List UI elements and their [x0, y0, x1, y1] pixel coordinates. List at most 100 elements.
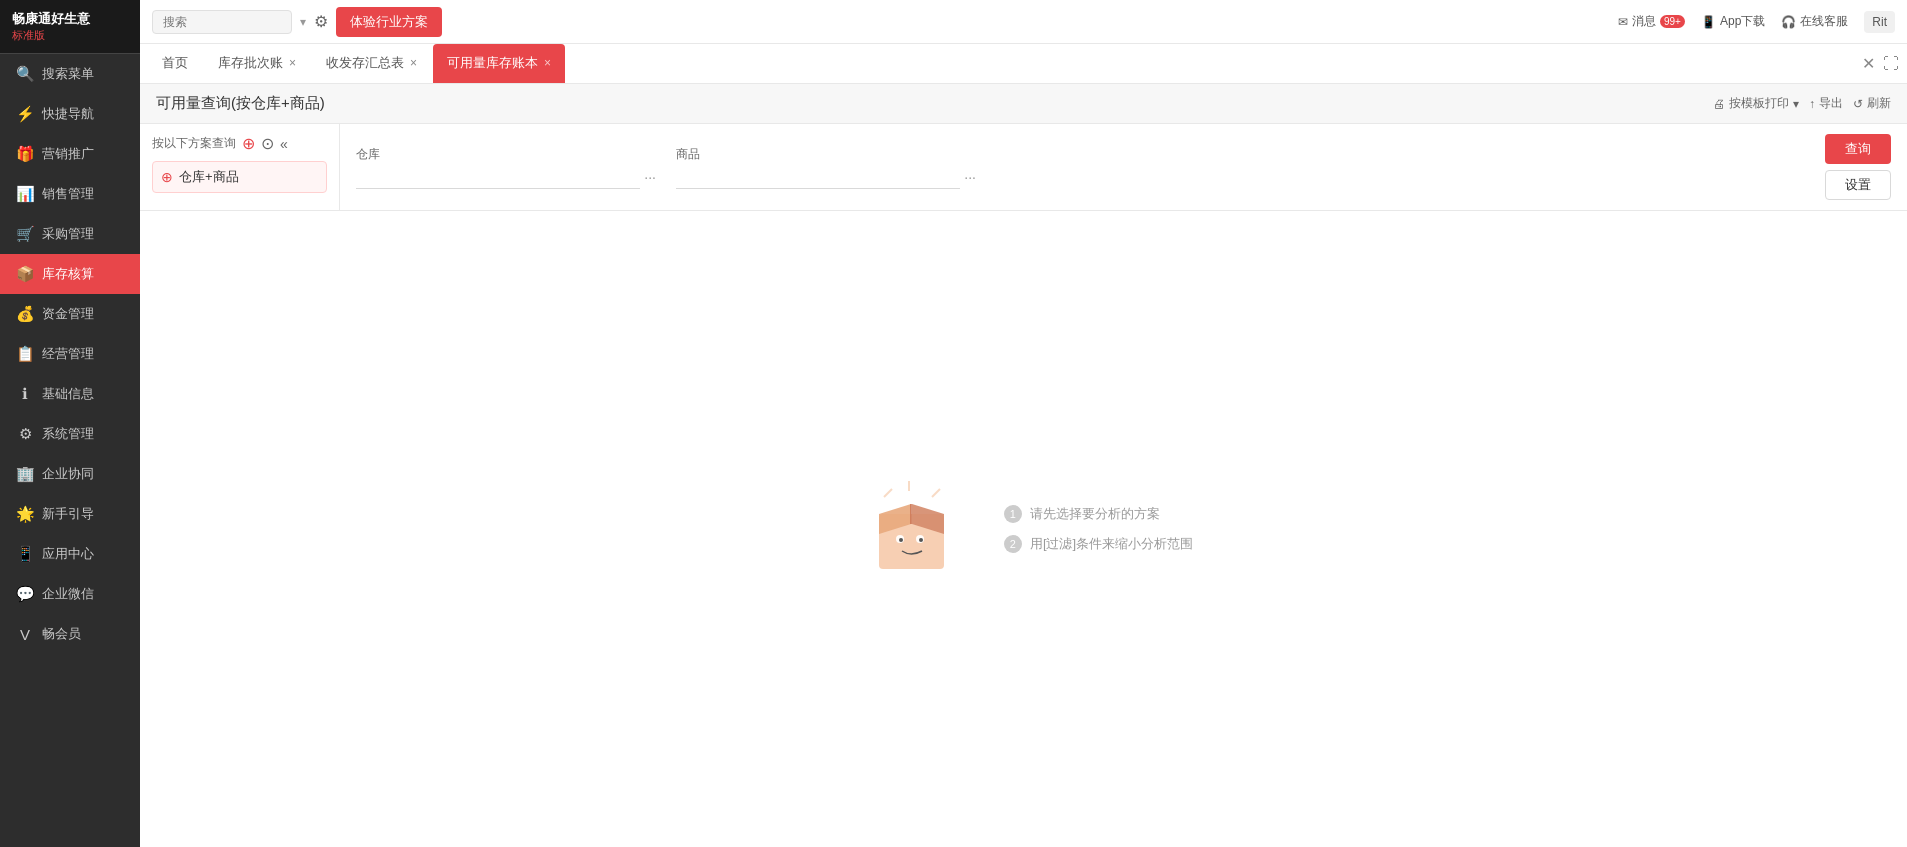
sidebar-item-finance[interactable]: 💰 资金管理	[0, 294, 140, 334]
print-label: 按模板打印	[1729, 95, 1789, 112]
tabs-bar: 首页 库存批次账 × 收发存汇总表 × 可用量库存账本 × ✕ ⛶	[140, 44, 1907, 84]
export-label: 导出	[1819, 95, 1843, 112]
sidebar-label-appstore: 应用中心	[42, 545, 94, 563]
sidebar-label-shortcut: 快捷导航	[42, 105, 94, 123]
goods-input[interactable]	[676, 165, 960, 189]
sidebar-item-inventory[interactable]: 📦 库存核算	[0, 254, 140, 294]
sidebar-item-basic[interactable]: ℹ 基础信息	[0, 374, 140, 414]
sidebar-icon-finance: 💰	[16, 305, 34, 323]
sidebar-icon-shortcut: ⚡	[16, 105, 34, 123]
tab-available-ledger-close[interactable]: ×	[544, 56, 551, 70]
filter-section-label: 按以下方案查询 ⊕ ⊙ «	[152, 134, 327, 153]
query-button[interactable]: 查询	[1825, 134, 1891, 164]
tab-home[interactable]: 首页	[148, 44, 202, 83]
sidebar-item-operation[interactable]: 📋 经营管理	[0, 334, 140, 374]
sidebar-item-sales[interactable]: 📊 销售管理	[0, 174, 140, 214]
sidebar-item-marketing[interactable]: 🎁 营销推广	[0, 134, 140, 174]
warehouse-field: 仓库 ···	[356, 146, 656, 189]
sidebar-item-shortcut[interactable]: ⚡ 快捷导航	[0, 94, 140, 134]
warehouse-more-button[interactable]: ···	[644, 169, 656, 185]
service-icon: 🎧	[1781, 15, 1796, 29]
sidebar-item-appstore[interactable]: 📱 应用中心	[0, 534, 140, 574]
sidebar-label-purchase: 采购管理	[42, 225, 94, 243]
filter-action-buttons: 查询 设置	[1825, 134, 1891, 200]
chevron-down-icon[interactable]: ▾	[300, 15, 306, 29]
tab-home-label: 首页	[162, 54, 188, 72]
page-title: 可用量查询(按仓库+商品)	[156, 94, 325, 113]
warehouse-input[interactable]	[356, 165, 640, 189]
sidebar-label-wechat: 企业微信	[42, 585, 94, 603]
online-service-button[interactable]: 🎧 在线客服	[1781, 13, 1848, 30]
sidebar-logo: 畅康通好生意 标准版	[0, 0, 140, 54]
tab-batch-account-close[interactable]: ×	[289, 56, 296, 70]
refresh-button[interactable]: ↺ 刷新	[1853, 95, 1891, 112]
tab-batch-account-label: 库存批次账	[218, 54, 283, 72]
print-chevron-icon: ▾	[1793, 97, 1799, 111]
sidebar-item-search[interactable]: 🔍 搜索菜单	[0, 54, 140, 94]
sidebar-label-system: 系统管理	[42, 425, 94, 443]
sidebar-item-purchase[interactable]: 🛒 采购管理	[0, 214, 140, 254]
svg-line-8	[884, 489, 892, 497]
gear-icon[interactable]: ⚙	[314, 12, 328, 31]
goods-field: 商品 ···	[676, 146, 976, 189]
sidebar-icon-system: ⚙	[16, 425, 34, 443]
sidebar-label-marketing: 营销推广	[42, 145, 94, 163]
tabs-actions: ✕ ⛶	[1862, 44, 1899, 83]
print-button[interactable]: 🖨 按模板打印 ▾	[1713, 95, 1799, 112]
tip-text-2: 用[过滤]条件来缩小分析范围	[1030, 535, 1193, 553]
message-badge: 99+	[1660, 15, 1685, 28]
sidebar-label-search: 搜索菜单	[42, 65, 94, 83]
tip-number-1: 1	[1004, 505, 1022, 523]
tab-receipt-summary[interactable]: 收发存汇总表 ×	[312, 44, 431, 83]
industry-button[interactable]: 体验行业方案	[336, 7, 442, 37]
empty-tip-2: 2 用[过滤]条件来缩小分析范围	[1004, 535, 1193, 553]
tab-expand-button[interactable]: ⛶	[1883, 55, 1899, 73]
goods-label: 商品	[676, 146, 976, 163]
page-header-actions: 🖨 按模板打印 ▾ ↑ 导出 ↺ 刷新	[1713, 95, 1891, 112]
sidebar-label-operation: 经营管理	[42, 345, 94, 363]
topbar-right: ✉ 消息 99+ 📱 App下载 🎧 在线客服 Rit	[1618, 11, 1895, 33]
settings-button[interactable]: 设置	[1825, 170, 1891, 200]
user-menu[interactable]: Rit	[1864, 11, 1895, 33]
svg-line-10	[932, 489, 940, 497]
app-download-button[interactable]: 📱 App下载	[1701, 13, 1765, 30]
tip-number-2: 2	[1004, 535, 1022, 553]
sidebar-item-enterprise[interactable]: 🏢 企业协同	[0, 454, 140, 494]
sidebar-item-member[interactable]: V 畅会员	[0, 614, 140, 654]
scheme-settings-button[interactable]: ⊙	[261, 134, 274, 153]
sidebar-icon-marketing: 🎁	[16, 145, 34, 163]
tip-text-1: 请先选择要分析的方案	[1030, 505, 1160, 523]
sidebar-icon-inventory: 📦	[16, 265, 34, 283]
filter-area: 按以下方案查询 ⊕ ⊙ « ⊕ 仓库+商品 仓库 ···	[140, 124, 1907, 211]
sidebar-icon-basic: ℹ	[16, 385, 34, 403]
tab-close-button[interactable]: ✕	[1862, 54, 1875, 73]
message-button[interactable]: ✉ 消息 99+	[1618, 13, 1685, 30]
sidebar-icon-wechat: 💬	[16, 585, 34, 603]
sidebar-item-guide[interactable]: 🌟 新手引导	[0, 494, 140, 534]
tab-available-ledger[interactable]: 可用量库存账本 ×	[433, 44, 565, 83]
sidebar-icon-operation: 📋	[16, 345, 34, 363]
sidebar-icon-search: 🔍	[16, 65, 34, 83]
search-input[interactable]	[152, 10, 292, 34]
scheme-item-warehouse-goods[interactable]: ⊕ 仓库+商品	[152, 161, 327, 193]
sidebar-label-enterprise: 企业协同	[42, 465, 94, 483]
goods-more-button[interactable]: ···	[964, 169, 976, 185]
app-label: App下载	[1720, 13, 1765, 30]
sidebar-icon-guide: 🌟	[16, 505, 34, 523]
add-scheme-button[interactable]: ⊕	[242, 134, 255, 153]
collapse-panel-button[interactable]: «	[280, 136, 288, 152]
tab-batch-account[interactable]: 库存批次账 ×	[204, 44, 310, 83]
topbar: ▾ ⚙ 体验行业方案 ✉ 消息 99+ 📱 App下载 🎧 在线客服 Rit	[140, 0, 1907, 44]
sidebar-label-basic: 基础信息	[42, 385, 94, 403]
sidebar-nav: 🔍 搜索菜单 ⚡ 快捷导航 🎁 营销推广 📊 销售管理 🛒 采购管理 📦 库存核…	[0, 54, 140, 847]
export-button[interactable]: ↑ 导出	[1809, 95, 1843, 112]
sidebar-logo-subtitle: 标准版	[12, 28, 128, 43]
sidebar-icon-enterprise: 🏢	[16, 465, 34, 483]
sidebar-icon-appstore: 📱	[16, 545, 34, 563]
tab-receipt-summary-close[interactable]: ×	[410, 56, 417, 70]
sidebar-item-wechat[interactable]: 💬 企业微信	[0, 574, 140, 614]
message-icon: ✉	[1618, 15, 1628, 29]
refresh-icon: ↺	[1853, 97, 1863, 111]
message-label: 消息	[1632, 13, 1656, 30]
sidebar-item-system[interactable]: ⚙ 系统管理	[0, 414, 140, 454]
